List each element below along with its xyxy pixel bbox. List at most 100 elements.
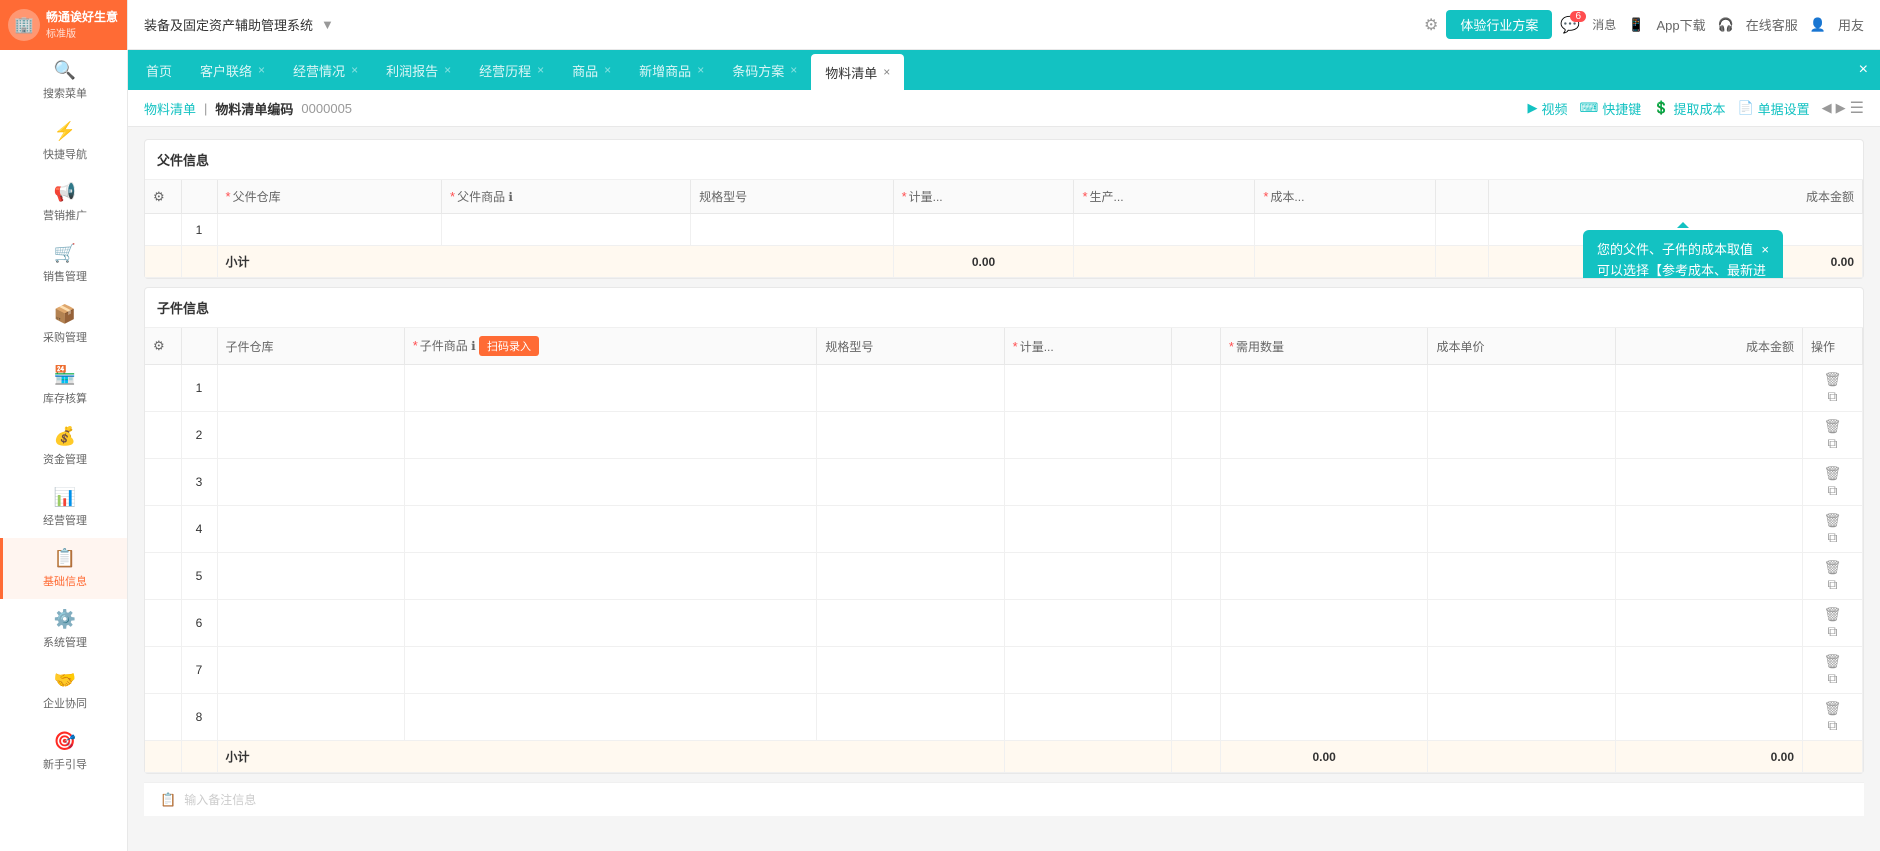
prev-icon[interactable]: ◀ <box>1822 100 1832 116</box>
action-view[interactable]: ▶ 视频 <box>1527 99 1567 118</box>
sidebar-item-marketing[interactable]: 📢 营销推广 <box>0 172 127 233</box>
child-row-7-spec[interactable] <box>817 647 1004 694</box>
breadcrumb-link[interactable]: 物料清单 <box>144 99 196 118</box>
copy-icon-8[interactable]: ⧉ <box>1828 717 1838 733</box>
child-row-8-product[interactable] <box>404 694 817 741</box>
parent-row-1-cost[interactable] <box>1255 214 1436 246</box>
action-settings[interactable]: 📄 单据设置 <box>1737 99 1809 118</box>
settings-icon[interactable]: ⚙ <box>1424 15 1438 35</box>
child-row-2-needed[interactable] <box>1220 412 1428 459</box>
sidebar-item-sales[interactable]: 🛒 销售管理 <box>0 233 127 294</box>
child-row-5-unit-price[interactable] <box>1428 553 1615 600</box>
child-row-4-product[interactable] <box>404 506 817 553</box>
copy-icon-2[interactable]: ⧉ <box>1828 435 1838 451</box>
trial-btn[interactable]: 体验行业方案 <box>1446 10 1552 39</box>
sidebar-item-inventory[interactable]: 🏪 库存核算 <box>0 355 127 416</box>
child-row-8-unit[interactable] <box>1004 694 1171 741</box>
child-row-1-warehouse[interactable] <box>217 365 404 412</box>
child-row-4-warehouse[interactable] <box>217 506 404 553</box>
child-row-4-unit[interactable] <box>1004 506 1171 553</box>
sidebar-item-purchase[interactable]: 📦 采购管理 <box>0 294 127 355</box>
child-row-2-warehouse[interactable] <box>217 412 404 459</box>
settings-gear[interactable]: ⚙ <box>153 189 165 204</box>
sidebar-item-finance[interactable]: 💰 资金管理 <box>0 416 127 477</box>
child-row-8-spec[interactable] <box>817 694 1004 741</box>
parent-row-1-warehouse[interactable] <box>217 214 442 246</box>
tab-operations-nav[interactable]: 经营情况 × <box>279 50 372 90</box>
child-row-3-unit-price[interactable] <box>1428 459 1615 506</box>
child-row-5-product[interactable] <box>404 553 817 600</box>
copy-icon-4[interactable]: ⧉ <box>1828 529 1838 545</box>
delete-icon-6[interactable]: 🗑 <box>1824 606 1842 622</box>
child-row-1-needed[interactable] <box>1220 365 1428 412</box>
child-row-1-spec[interactable] <box>817 365 1004 412</box>
tab-close-history[interactable]: × <box>537 63 544 77</box>
child-row-2-unit[interactable] <box>1004 412 1171 459</box>
child-row-6-unit[interactable] <box>1004 600 1171 647</box>
tab-goods[interactable]: 商品 × <box>558 50 625 90</box>
child-row-1-unit[interactable] <box>1004 365 1171 412</box>
child-row-4-unit-price[interactable] <box>1428 506 1615 553</box>
child-row-8-unit-price[interactable] <box>1428 694 1615 741</box>
tab-close-newgoods[interactable]: × <box>697 63 704 77</box>
tab-history[interactable]: 经营历程 × <box>465 50 558 90</box>
child-row-2-product[interactable] <box>404 412 817 459</box>
child-row-6-needed[interactable] <box>1220 600 1428 647</box>
child-row-1-unit-price[interactable] <box>1428 365 1615 412</box>
child-row-3-needed[interactable] <box>1220 459 1428 506</box>
child-row-2-unit-price[interactable] <box>1428 412 1615 459</box>
tab-home[interactable]: 首页 <box>132 50 186 90</box>
tab-bom[interactable]: 物料清单 × <box>811 54 904 90</box>
child-row-5-spec[interactable] <box>817 553 1004 600</box>
delete-icon-1[interactable]: 🗑 <box>1824 371 1842 387</box>
child-row-6-product[interactable] <box>404 600 817 647</box>
parent-row-1-unit[interactable] <box>893 214 1074 246</box>
system-dropdown-icon[interactable]: ▼ <box>321 17 334 32</box>
sidebar-item-enterprise[interactable]: 🤝 企业协同 <box>0 660 127 721</box>
online-service-label[interactable]: 在线客服 <box>1746 15 1798 34</box>
sidebar-item-search[interactable]: 🔍 搜索菜单 <box>0 50 127 111</box>
child-row-5-warehouse[interactable] <box>217 553 404 600</box>
next-icon[interactable]: ▶ <box>1836 100 1846 116</box>
tab-close-operations[interactable]: × <box>351 63 358 77</box>
sidebar-item-operations[interactable]: 📊 经营管理 <box>0 477 127 538</box>
tab-close-barcode[interactable]: × <box>790 63 797 77</box>
child-row-7-unit[interactable] <box>1004 647 1171 694</box>
tab-customers[interactable]: 客户联络 × <box>186 50 279 90</box>
copy-icon-1[interactable]: ⧉ <box>1828 388 1838 404</box>
parent-row-1-product[interactable] <box>442 214 691 246</box>
tab-profit[interactable]: 利润报告 × <box>372 50 465 90</box>
tab-newgoods[interactable]: 新增商品 × <box>625 50 718 90</box>
child-row-6-spec[interactable] <box>817 600 1004 647</box>
child-row-6-unit-price[interactable] <box>1428 600 1615 647</box>
child-row-4-needed[interactable] <box>1220 506 1428 553</box>
sidebar-item-system[interactable]: ⚙️ 系统管理 <box>0 599 127 660</box>
child-row-1-product[interactable] <box>404 365 817 412</box>
nav-close-all[interactable]: × <box>1851 61 1876 79</box>
delete-icon-4[interactable]: 🗑 <box>1824 512 1842 528</box>
child-row-8-needed[interactable] <box>1220 694 1428 741</box>
parent-row-1-production[interactable] <box>1074 214 1255 246</box>
delete-icon-8[interactable]: 🗑 <box>1824 700 1842 716</box>
child-row-5-needed[interactable] <box>1220 553 1428 600</box>
child-settings-gear[interactable]: ⚙ <box>153 338 165 353</box>
action-cost[interactable]: 💲 提取成本 <box>1653 99 1725 118</box>
delete-icon-7[interactable]: 🗑 <box>1824 653 1842 669</box>
app-download-label[interactable]: App下载 <box>1656 15 1705 34</box>
child-row-8-warehouse[interactable] <box>217 694 404 741</box>
copy-icon-7[interactable]: ⧉ <box>1828 670 1838 686</box>
parent-row-1-spec[interactable] <box>691 214 894 246</box>
menu-icon[interactable]: ☰ <box>1850 98 1864 118</box>
copy-icon-3[interactable]: ⧉ <box>1828 482 1838 498</box>
user-name[interactable]: 用友 <box>1838 15 1864 34</box>
sidebar-item-nav[interactable]: ⚡ 快捷导航 <box>0 111 127 172</box>
scan-btn[interactable]: 扫码录入 <box>479 336 539 356</box>
child-row-7-warehouse[interactable] <box>217 647 404 694</box>
child-row-3-product[interactable] <box>404 459 817 506</box>
action-shortcut[interactable]: ⌨ 快捷键 <box>1579 99 1641 118</box>
tab-close-profit[interactable]: × <box>444 63 451 77</box>
child-row-3-warehouse[interactable] <box>217 459 404 506</box>
delete-icon-5[interactable]: 🗑 <box>1824 559 1842 575</box>
child-row-3-spec[interactable] <box>817 459 1004 506</box>
sidebar-item-basicinfo[interactable]: 📋 基础信息 <box>0 538 127 599</box>
